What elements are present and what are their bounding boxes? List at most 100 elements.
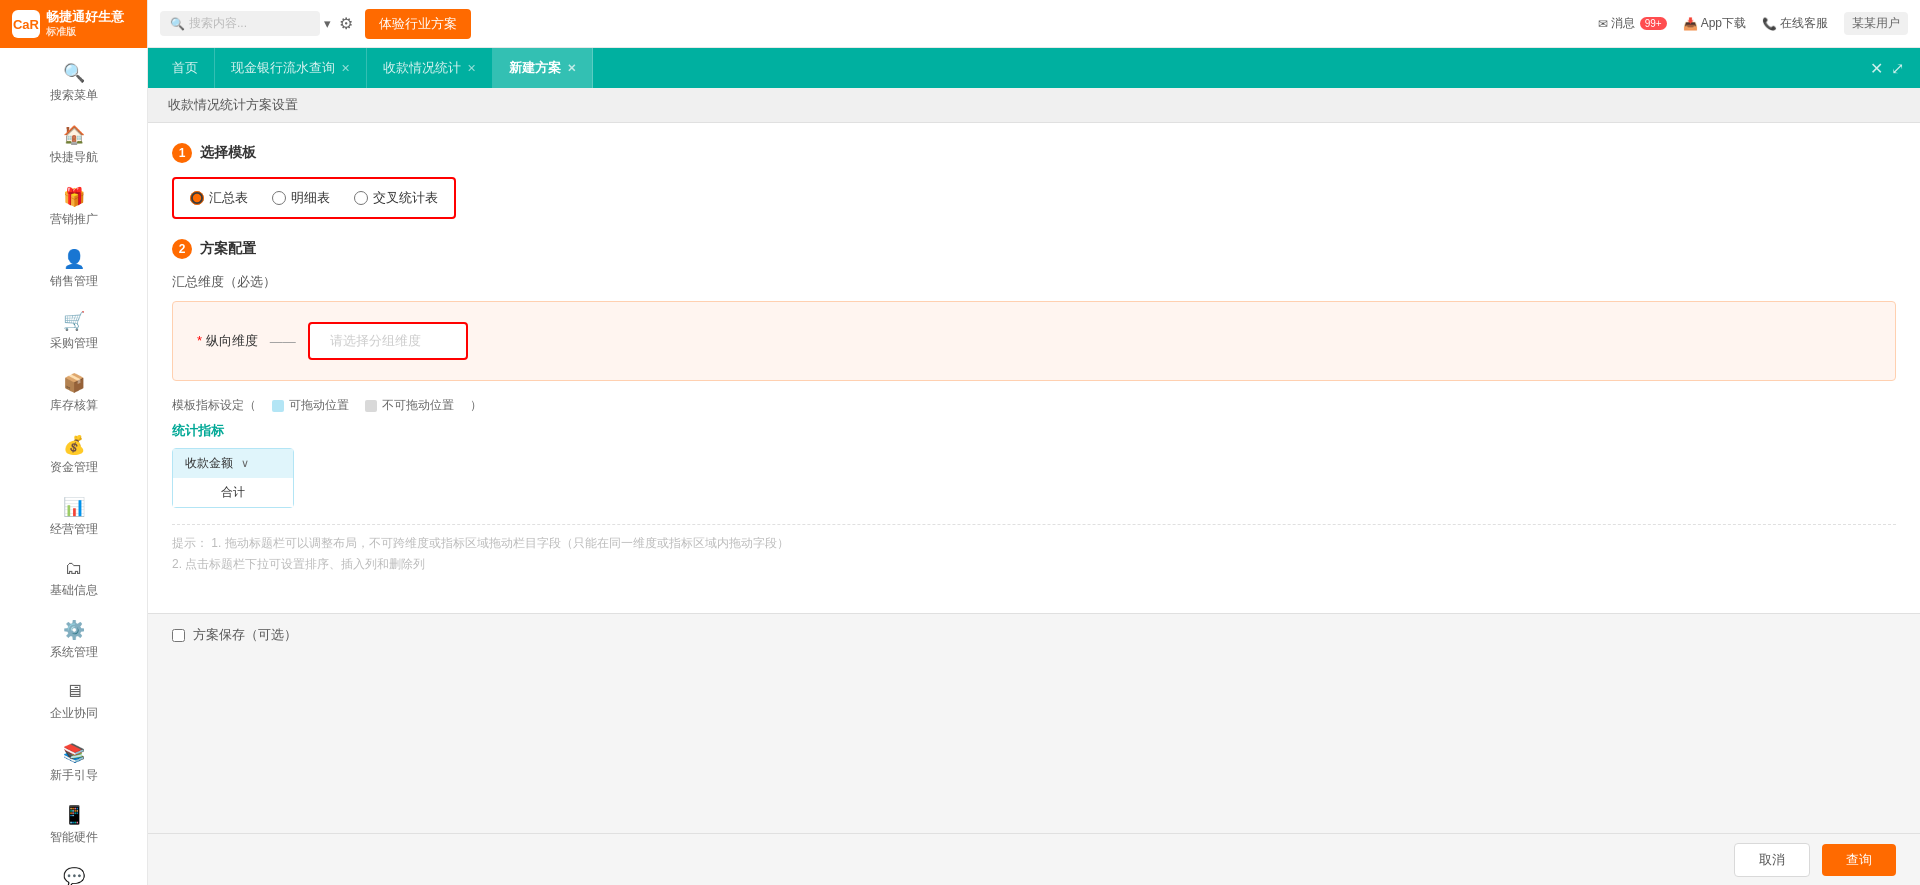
- messages-label: 消息: [1611, 15, 1635, 32]
- dimension-area: * 纵向维度 —— 请选择分组维度: [172, 301, 1896, 381]
- step1-num: 1: [172, 143, 192, 163]
- metrics-section: 模板指标设定（ 可拖动位置 不可拖动位置 ） 统计指标: [172, 397, 1896, 508]
- logo-icon: CaR: [12, 10, 40, 38]
- radio-cross-label: 交叉统计表: [373, 189, 438, 207]
- search-placeholder: 搜索内容...: [189, 15, 247, 32]
- content-area: 收款情况统计方案设置 1 选择模板 汇总表 明细表: [148, 88, 1920, 833]
- tab-newplan-close[interactable]: ✕: [567, 62, 576, 75]
- user-icon: 👤: [63, 248, 85, 270]
- metrics-table: 收款金额 ∨ 合计: [172, 448, 294, 508]
- save-option-bar: 方案保存（可选）: [148, 613, 1920, 656]
- tip-2: 2. 点击标题栏下拉可设置排序、插入列和删除列: [172, 556, 1896, 573]
- search-icon: 🔍: [63, 62, 85, 84]
- tab-home[interactable]: 首页: [156, 48, 215, 88]
- sidebar-item-sales[interactable]: 👤 销售管理: [0, 238, 147, 300]
- monitor-icon: 🖥: [65, 681, 83, 702]
- dimension-row-label-text: 纵向维度: [206, 333, 258, 348]
- metrics-header-label: 收款金额: [185, 455, 233, 472]
- radio-summary-input[interactable]: [190, 191, 204, 205]
- tab-cashbank[interactable]: 现金银行流水查询 ✕: [215, 48, 367, 88]
- legend-movable: 可拖动位置: [272, 397, 349, 414]
- tab-home-label: 首页: [172, 59, 198, 77]
- sidebar-logo: CaR 畅捷通好生意 标准版: [0, 0, 147, 48]
- tab-receipts-label: 收款情况统计: [383, 59, 461, 77]
- sidebar-item-wechat[interactable]: 💬 企业微信: [0, 856, 147, 885]
- step1-section: 1 选择模板 汇总表 明细表 交叉统计表: [172, 143, 1896, 219]
- money-icon: 💰: [63, 434, 85, 456]
- radio-detail-input[interactable]: [272, 191, 286, 205]
- window-controls: ✕ ⤢: [1870, 59, 1912, 78]
- sidebar-item-nav[interactable]: 🏠 快捷导航: [0, 114, 147, 176]
- sidebar-item-label: 基础信息: [50, 582, 98, 599]
- radio-detail[interactable]: 明细表: [272, 189, 330, 207]
- save-checkbox[interactable]: [172, 629, 185, 642]
- fixed-label: 不可拖动位置: [382, 397, 454, 414]
- metrics-header-chevron[interactable]: ∨: [241, 457, 249, 470]
- radio-summary[interactable]: 汇总表: [190, 189, 248, 207]
- header-actions: ✉ 消息 99+ 📥 App下载 📞 在线客服 某某用户: [1598, 12, 1908, 35]
- dimension-row-label: * 纵向维度: [197, 332, 258, 350]
- sidebar-item-hardware[interactable]: 📱 智能硬件: [0, 794, 147, 856]
- maximize-icon[interactable]: ⤢: [1891, 59, 1904, 78]
- logo-text: 畅捷通好生意: [46, 9, 124, 25]
- sidebar-item-marketing[interactable]: 🎁 营销推广: [0, 176, 147, 238]
- service-button[interactable]: 📞 在线客服: [1762, 15, 1828, 32]
- header: 🔍 搜索内容... ▾ ⚙ 体验行业方案 ✉ 消息 99+ 📥 App下载 📞 …: [148, 0, 1920, 48]
- query-button[interactable]: 查询: [1822, 844, 1896, 876]
- cart-icon: 🛒: [63, 310, 85, 332]
- settings-gear-icon[interactable]: ⚙: [339, 14, 353, 33]
- radio-cross[interactable]: 交叉统计表: [354, 189, 438, 207]
- search-bar[interactable]: 🔍 搜索内容...: [160, 11, 320, 36]
- device-icon: 📱: [63, 804, 85, 826]
- metrics-body: 合计: [173, 478, 293, 507]
- download-button[interactable]: 📥 App下载: [1683, 15, 1746, 32]
- user-menu[interactable]: 某某用户: [1844, 12, 1908, 35]
- sidebar-item-inventory[interactable]: 📦 库存核算: [0, 362, 147, 424]
- step2-section: 2 方案配置 汇总维度（必选） * 纵向维度 —— 请选择分组维度: [172, 239, 1896, 573]
- legend-close-paren: ）: [470, 397, 482, 414]
- header-dropdown-btn[interactable]: ▾: [324, 16, 331, 31]
- movable-label: 可拖动位置: [289, 397, 349, 414]
- service-label: 在线客服: [1780, 15, 1828, 32]
- dimension-select[interactable]: 请选择分组维度: [308, 322, 468, 360]
- radio-cross-input[interactable]: [354, 191, 368, 205]
- dimension-config: 汇总维度（必选） * 纵向维度 —— 请选择分组维度: [172, 273, 1896, 381]
- sidebar-item-business[interactable]: 📊 经营管理: [0, 486, 147, 548]
- messages-badge: 99+: [1640, 17, 1667, 30]
- sidebar-item-label: 经营管理: [50, 521, 98, 538]
- sidebar-item-finance[interactable]: 💰 资金管理: [0, 424, 147, 486]
- dimension-arrow: ——: [270, 334, 296, 349]
- folder-icon: 🗂: [65, 558, 83, 579]
- metrics-label: 统计指标: [172, 422, 1896, 440]
- tab-receipts[interactable]: 收款情况统计 ✕: [367, 48, 493, 88]
- sidebar-item-label: 库存核算: [50, 397, 98, 414]
- cancel-button[interactable]: 取消: [1734, 843, 1810, 877]
- sidebar-item-purchase[interactable]: 🛒 采购管理: [0, 300, 147, 362]
- tips-section: 提示： 1. 拖动标题栏可以调整布局，不可跨维度或指标区域拖动栏目字段（只能在同…: [172, 524, 1896, 573]
- legend-fixed: 不可拖动位置: [365, 397, 454, 414]
- logo-badge: 标准版: [46, 25, 124, 39]
- sidebar-item-label: 资金管理: [50, 459, 98, 476]
- sidebar-item-label: 快捷导航: [50, 149, 98, 166]
- tab-bar: 首页 现金银行流水查询 ✕ 收款情况统计 ✕ 新建方案 ✕ ✕ ⤢: [148, 48, 1920, 88]
- tab-cashbank-close[interactable]: ✕: [341, 62, 350, 75]
- sidebar-item-guide[interactable]: 📚 新手引导: [0, 732, 147, 794]
- tab-newplan[interactable]: 新建方案 ✕: [493, 48, 593, 88]
- sidebar-item-system[interactable]: ⚙️ 系统管理: [0, 609, 147, 671]
- service-icon: 📞: [1762, 17, 1777, 31]
- messages-button[interactable]: ✉ 消息 99+: [1598, 15, 1667, 32]
- minimize-icon[interactable]: ✕: [1870, 59, 1883, 78]
- sidebar-item-label: 营销推广: [50, 211, 98, 228]
- tip-1: 提示： 1. 拖动标题栏可以调整布局，不可跨维度或指标区域拖动栏目字段（只能在同…: [172, 535, 1896, 552]
- main-area: 🔍 搜索内容... ▾ ⚙ 体验行业方案 ✉ 消息 99+ 📥 App下载 📞 …: [148, 0, 1920, 885]
- sidebar-item-corp[interactable]: 🖥 企业协同: [0, 671, 147, 732]
- save-label[interactable]: 方案保存（可选）: [193, 626, 297, 644]
- metrics-header[interactable]: 收款金额 ∨: [173, 449, 293, 478]
- metrics-section-label: 模板指标设定（: [172, 397, 256, 414]
- user-name: 某某用户: [1852, 16, 1900, 30]
- tab-receipts-close[interactable]: ✕: [467, 62, 476, 75]
- sidebar-item-label: 企业协同: [50, 705, 98, 722]
- sidebar-item-base[interactable]: 🗂 基础信息: [0, 548, 147, 609]
- trial-button[interactable]: 体验行业方案: [365, 9, 471, 39]
- sidebar-item-search[interactable]: 🔍 搜索菜单: [0, 52, 147, 114]
